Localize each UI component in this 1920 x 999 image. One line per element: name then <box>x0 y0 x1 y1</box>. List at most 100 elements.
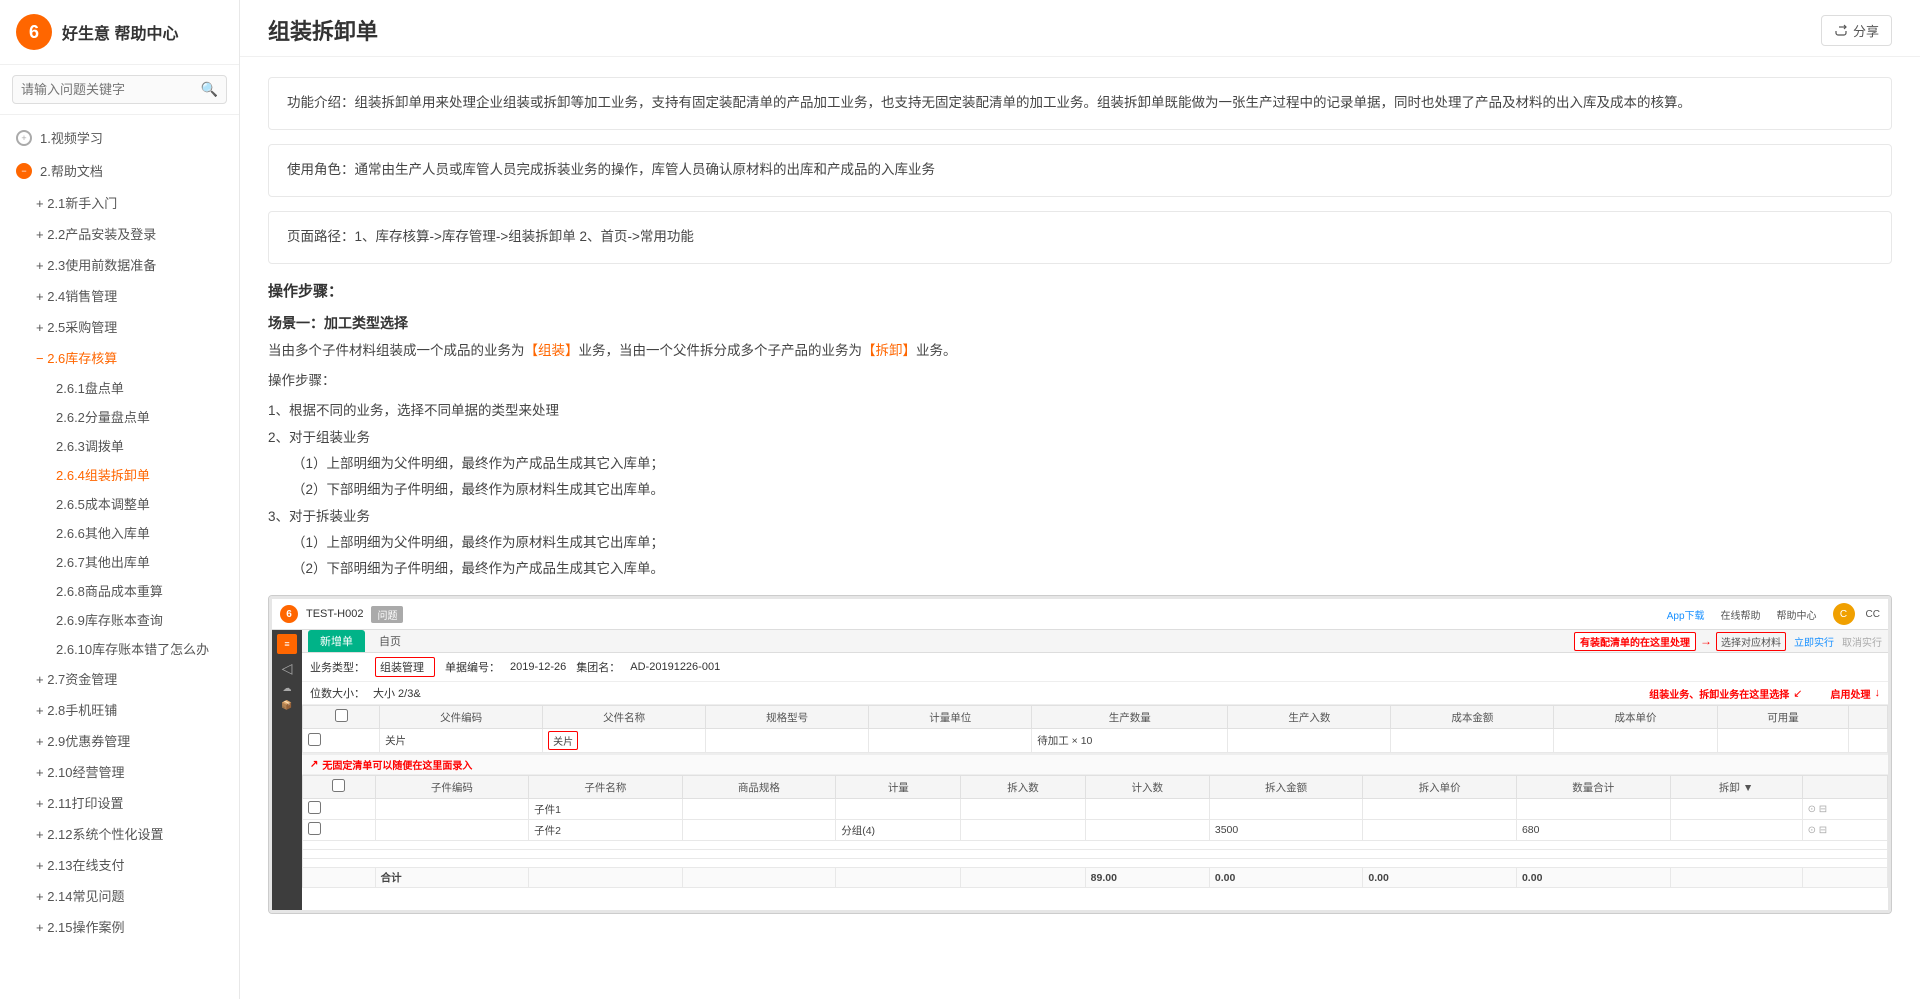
mock-lower-cell-amount-1 <box>1209 799 1363 820</box>
plus-icon: + <box>16 130 32 146</box>
sidebar-item-data-prep[interactable]: + 2.3使用前数据准备 <box>36 249 239 280</box>
mock-lower-row-4 <box>303 850 1888 859</box>
sidebar-item-coupon[interactable]: + 2.9优惠券管理 <box>36 725 239 756</box>
minus-icon: − <box>16 163 32 179</box>
share-button[interactable]: 分享 <box>1821 15 1892 46</box>
mock-row-check[interactable] <box>308 733 321 746</box>
mock-upper-row-1: 关片 关片 待加工 × 10 <box>303 729 1888 753</box>
mock-business-type-input[interactable]: 组装管理 <box>375 657 435 677</box>
sidebar-item-inventory-2-6-6[interactable]: 2.6.6其他入库单 <box>48 518 239 547</box>
mock-tabs-row: 新增单 自页 有装配清单的在这里处理 → 选择对应材料 立即实行 <box>302 630 1888 653</box>
steps-title: 操作步骤： <box>268 280 1892 301</box>
sidebar-item-finance[interactable]: + 2.7资金管理 <box>36 663 239 694</box>
plus-icon-2-15: + <box>36 920 47 935</box>
mock-upper-cell-prodin <box>1228 729 1391 753</box>
search-area: 🔍 <box>0 65 239 115</box>
mock-lower-cell-code-1 <box>375 799 529 820</box>
mock-bom-selector[interactable]: 选择对应材料 <box>1716 632 1786 651</box>
mock-lower-cell-name-2: 子件2 <box>529 820 683 841</box>
sidebar-item-payment[interactable]: + 2.13在线支付 <box>36 849 239 880</box>
mock-lower-col-amount: 拆入金额 <box>1209 776 1363 799</box>
mock-lower-cell-price-1 <box>1363 799 1517 820</box>
mock-inner-content: 新增单 自页 有装配清单的在这里处理 → 选择对应材料 立即实行 <box>302 630 1888 910</box>
sidebar-item-mobile[interactable]: + 2.8手机旺铺 <box>36 694 239 725</box>
sidebar-item-inventory-2-6-1[interactable]: 2.6.1盘点单 <box>48 373 239 402</box>
sidebar-item-inventory-2-6-5[interactable]: 2.6.5成本调整单 <box>48 489 239 518</box>
mock-lower-row-3 <box>303 841 1888 850</box>
mock-lower-cell-amount-2: 3500 <box>1209 820 1363 841</box>
mock-col-prod-in: 生产入数 <box>1228 706 1391 729</box>
mock-tab-home[interactable]: 自页 <box>369 630 411 652</box>
mock-upper-cell-unit <box>869 729 1032 753</box>
sidebar-item-inventory-2-6-3[interactable]: 2.6.3调拨单 <box>48 431 239 460</box>
step3-sub2: （2）下部明细为子件明细，最终作为产成品生成其它入库单。 <box>268 557 1892 581</box>
plus-icon-2-4: + <box>36 289 47 304</box>
sidebar-item-inventory[interactable]: − 2.6库存核算 <box>36 342 239 373</box>
mock-lower-cell-total-2: 680 <box>1516 820 1670 841</box>
sidebar-item-operation[interactable]: + 2.10经营管理 <box>36 756 239 787</box>
mock-col-cost-price: 成本单价 <box>1554 706 1717 729</box>
mock-topbar-help-center: 帮助中心 <box>1777 607 1817 622</box>
sidebar-item-print[interactable]: + 2.11打印设置 <box>36 787 239 818</box>
sidebar-item-inventory-2-6-9[interactable]: 2.6.9库存账本查询 <box>48 605 239 634</box>
mock-table-footer: 合计 89.00 0.00 0.00 0.00 <box>303 868 1888 888</box>
mock-lower-row-1: 子件1 <box>303 799 1888 820</box>
logo-icon: 6 <box>16 14 52 50</box>
mock-avatar: C <box>1833 603 1855 625</box>
keyword-zuzhuang: 【组装】 <box>525 343 579 358</box>
mock-lower-cell-dismantle-2 <box>1670 820 1802 841</box>
mock-action-btn[interactable]: 立即实行 <box>1794 634 1834 649</box>
steps-list: 1、根据不同的业务，选择不同单据的类型来处理 2、对于组装业务 （1）上部明细为… <box>268 399 1892 581</box>
mock-lower-cell-jiru-1 <box>1085 799 1209 820</box>
arrow-icon-5: ↗ <box>310 759 318 770</box>
mock-col-parent-name: 父件名称 <box>543 706 706 729</box>
mock-footer-val1: 89.00 <box>1085 868 1209 888</box>
search-icon[interactable]: 🔍 <box>201 81 218 98</box>
sidebar-item-docs[interactable]: − 2.帮助文档 + 2.1新手入门 + 2.2产品安装及登录 + 2.3使用前… <box>0 154 239 942</box>
sidebar-item-newbie[interactable]: + 2.1新手入门 <box>36 187 239 218</box>
mock-action-btn2[interactable]: 取消实行 <box>1842 634 1882 649</box>
sidebar-item-inventory-2-6-7[interactable]: 2.6.7其他出库单 <box>48 547 239 576</box>
sidebar-item-faq[interactable]: + 2.14常见问题 <box>36 880 239 911</box>
plus-icon-2-12: + <box>36 827 47 842</box>
mock-annotation-row2: 位数大小： 大小 2/3& 组装业务、拆卸业务在这里选择 ↙ 启用处理 <box>302 682 1888 705</box>
mock-select-all[interactable] <box>335 709 348 722</box>
mock-lower-check-1[interactable] <box>308 801 321 814</box>
plus-icon-2-11: + <box>36 796 47 811</box>
mock-main-area: ≡ ◁ ☁ 📦 新增单 自页 <box>272 630 1888 910</box>
mock-upper-cell-check <box>303 729 380 753</box>
sidebar-item-settings[interactable]: + 2.12系统个性化设置 <box>36 818 239 849</box>
sidebar-item-sales[interactable]: + 2.4销售管理 <box>36 280 239 311</box>
plus-icon-2-1: + <box>36 196 47 211</box>
sidebar-item-install[interactable]: + 2.2产品安装及登录 <box>36 218 239 249</box>
mock-footer-val4: 0.00 <box>1516 868 1670 888</box>
mock-app-wrapper: 6 TEST-H002 问题 App下载 在线帮助 帮助中心 C CC ≡ ◁ <box>269 596 1891 913</box>
mock-tab-new[interactable]: 新增单 <box>308 630 365 652</box>
sidebar-item-inventory-2-6-10[interactable]: 2.6.10库存账本错了怎么办 <box>48 634 239 663</box>
mock-lower-cell-name-1: 子件1 <box>529 799 683 820</box>
mock-form-header: 业务类型： 组装管理 单据编号： 2019-12-26 集团名： AD-2019… <box>302 653 1888 682</box>
sidebar-item-video[interactable]: + 1.视频学习 <box>0 121 239 154</box>
search-box[interactable]: 🔍 <box>12 75 227 104</box>
mock-titlebar-badge: 问题 <box>371 606 403 623</box>
sidebar-item-purchase[interactable]: + 2.5采购管理 <box>36 311 239 342</box>
mock-form-group-value: AD-20191226-001 <box>630 661 720 673</box>
sidebar-item-inventory-2-6-8[interactable]: 2.6.8商品成本重算 <box>48 576 239 605</box>
mock-item-name-highlight[interactable]: 关片 <box>548 731 578 750</box>
sidebar-label-docs: 2.帮助文档 <box>40 161 223 180</box>
mock-col-check <box>303 706 380 729</box>
main-content: 功能介绍：组装拆卸单用来处理企业组装或拆卸等加工业务，支持有固定装配清单的产品加… <box>240 57 1920 999</box>
sidebar-item-inventory-2-6-4[interactable]: 2.6.4组装拆卸单 <box>48 460 239 489</box>
mock-lower-cell-chairu-2 <box>961 820 1085 841</box>
sidebar-label-video: 1.视频学习 <box>40 128 223 147</box>
steps-intro: 操作步骤： <box>268 369 1892 393</box>
annotation-area-1: 有装配清单的在这里处理 → 选择对应材料 立即实行 取消实行 <box>1574 632 1882 651</box>
sidebar-item-inventory-2-6-2[interactable]: 2.6.2分量盘点单 <box>48 402 239 431</box>
sidebar-item-cases[interactable]: + 2.15操作案例 <box>36 911 239 942</box>
mock-lower-select-all[interactable] <box>332 779 345 792</box>
search-input[interactable] <box>21 82 201 97</box>
mock-titlebar: 6 TEST-H002 问题 App下载 在线帮助 帮助中心 C CC <box>272 599 1888 630</box>
mock-upper-cell-spec <box>706 729 869 753</box>
mock-lower-check-2[interactable] <box>308 822 321 835</box>
mock-topbar-help-link: 在线帮助 <box>1721 607 1761 622</box>
